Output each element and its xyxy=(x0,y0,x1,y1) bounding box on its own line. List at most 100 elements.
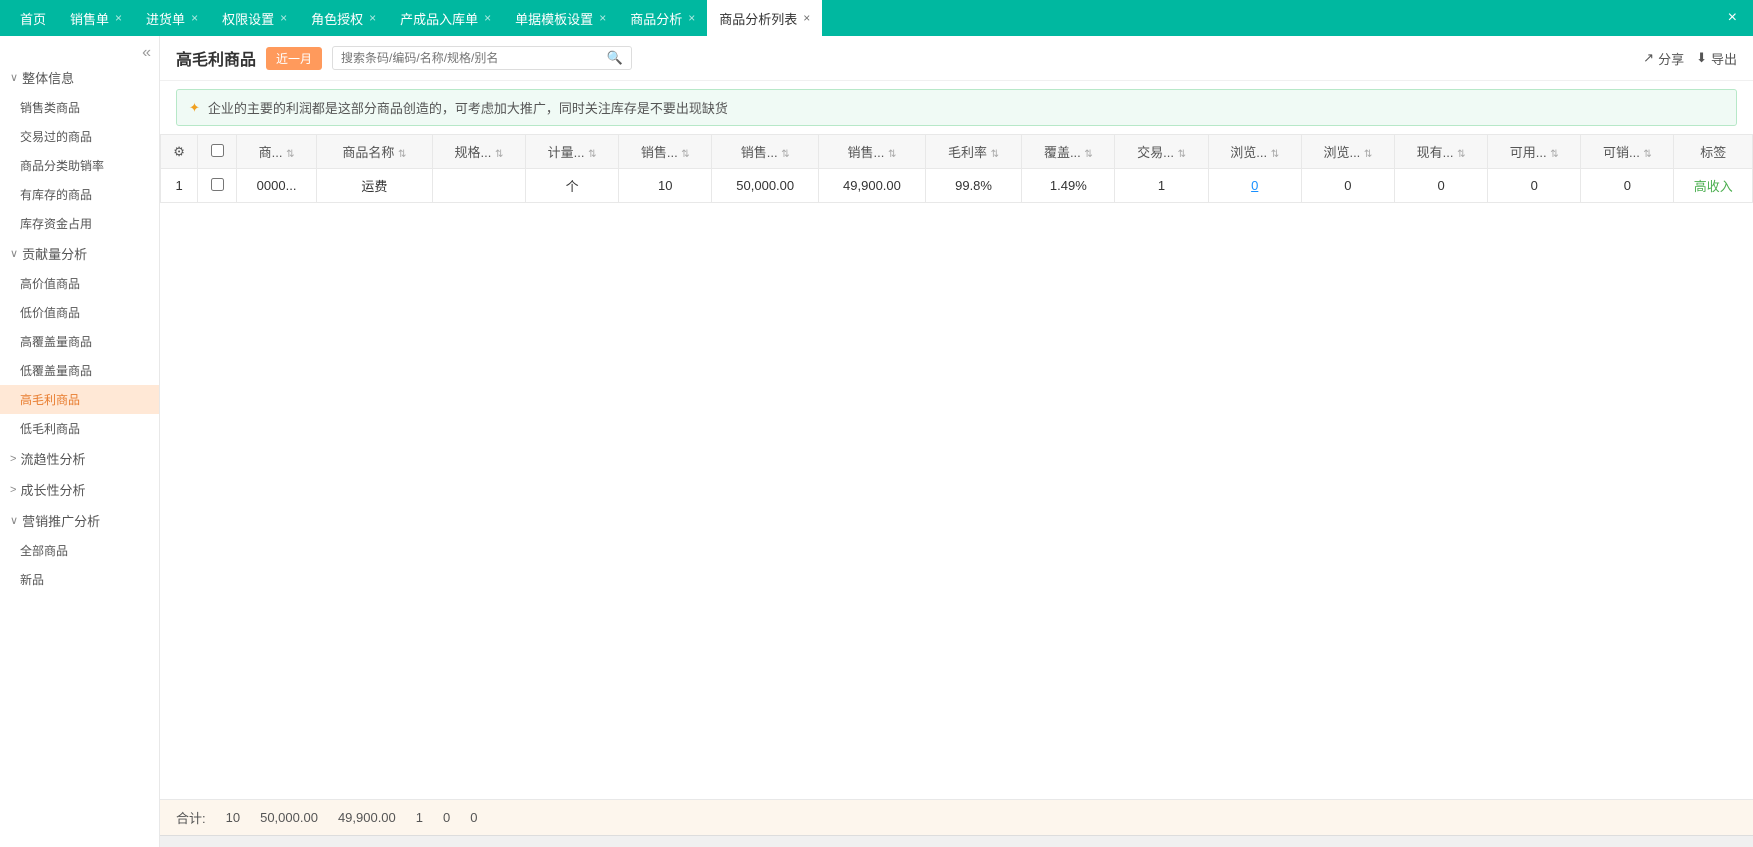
footer-current: 0 xyxy=(443,810,450,825)
top-nav: 首页销售单×进货单×权限设置×角色授权×产成品入库单×单据模板设置×商品分析×商… xyxy=(0,0,1753,36)
col-header-4[interactable]: 规格... ⇅ xyxy=(432,135,525,169)
sidebar-section-label: 成长性分析 xyxy=(20,480,85,499)
sidebar-arrow-icon: > xyxy=(10,484,16,496)
nav-item-首页[interactable]: 首页 xyxy=(8,0,58,36)
col-header-3[interactable]: 商品名称 ⇅ xyxy=(316,135,432,169)
sidebar-section-整体信息[interactable]: ∨整体信息 xyxy=(0,62,159,93)
col-header-6[interactable]: 销售... ⇅ xyxy=(619,135,712,169)
nav-close-icon[interactable]: × xyxy=(484,11,491,25)
star-icon: ✦ xyxy=(189,100,200,116)
nav-close-icon[interactable]: × xyxy=(803,11,810,25)
nav-item-权限设置[interactable]: 权限设置× xyxy=(210,0,299,36)
search-icon[interactable]: 🔍 xyxy=(607,50,623,66)
nav-item-商品分析[interactable]: 商品分析× xyxy=(618,0,707,36)
info-bar: ✦ 企业的主要的利润都是这部分商品创造的，可考虑加大推广，同时关注库存是不要出现… xyxy=(176,89,1737,126)
nav-item-产成品入库单[interactable]: 产成品入库单× xyxy=(388,0,503,36)
sort-icon: ⇅ xyxy=(1550,149,1558,160)
nav-item-角色授权[interactable]: 角色授权× xyxy=(299,0,388,36)
scroll-bar-area[interactable] xyxy=(160,835,1753,847)
nav-item-商品分析列表[interactable]: 商品分析列表× xyxy=(707,0,822,36)
col-header-7[interactable]: 销售... ⇅ xyxy=(712,135,819,169)
data-table: ⚙商... ⇅商品名称 ⇅规格... ⇅计量... ⇅销售... ⇅销售... … xyxy=(160,134,1753,203)
col-header-15[interactable]: 可用... ⇅ xyxy=(1488,135,1581,169)
sort-icon: ⇅ xyxy=(1271,149,1279,160)
sidebar-item-库存资金占用[interactable]: 库存资金占用 xyxy=(0,209,159,238)
share-icon: ↗ xyxy=(1643,50,1654,66)
col-header-11[interactable]: 交易... ⇅ xyxy=(1115,135,1208,169)
col-header-5[interactable]: 计量... ⇅ xyxy=(526,135,619,169)
search-box: 🔍 xyxy=(332,46,632,70)
col-header-17: 标签 xyxy=(1674,135,1753,169)
row-current: 0 xyxy=(1394,169,1487,203)
nav-item-销售单[interactable]: 销售单× xyxy=(58,0,134,36)
sidebar-section-贡献量分析[interactable]: ∨贡献量分析 xyxy=(0,238,159,269)
row-code: 0000... xyxy=(237,169,317,203)
col-header-10[interactable]: 覆盖... ⇅ xyxy=(1022,135,1115,169)
search-input[interactable] xyxy=(341,51,603,65)
tag-label: 高收入 xyxy=(1694,179,1733,194)
content-header: 高毛利商品 近一月 🔍 ↗ 分享 ⬇ 导出 xyxy=(160,36,1753,81)
nav-close-icon[interactable]: × xyxy=(191,11,198,25)
nav-close-icon[interactable]: × xyxy=(115,11,122,25)
col-header-16[interactable]: 可销... ⇅ xyxy=(1581,135,1674,169)
nav-close-icon[interactable]: × xyxy=(369,11,376,25)
row-name: 运费 xyxy=(316,169,432,203)
sidebar-arrow-icon: ∨ xyxy=(10,247,18,260)
sidebar-item-低价值商品[interactable]: 低价值商品 xyxy=(0,298,159,327)
sidebar-item-销售类商品[interactable]: 销售类商品 xyxy=(0,93,159,122)
sidebar-collapse-button[interactable]: « xyxy=(0,44,159,62)
page-title: 高毛利商品 xyxy=(176,46,256,70)
share-button[interactable]: ↗ 分享 xyxy=(1643,49,1684,68)
col-header-12[interactable]: 浏览... ⇅ xyxy=(1208,135,1301,169)
nav-close-icon[interactable]: × xyxy=(599,11,606,25)
col-header-2[interactable]: 商... ⇅ xyxy=(237,135,317,169)
row-coverage: 1.49% xyxy=(1022,169,1115,203)
filter-button[interactable]: 近一月 xyxy=(266,47,322,70)
row-browse2: 0 xyxy=(1301,169,1394,203)
sort-icon: ⇅ xyxy=(991,149,999,160)
row-index: 1 xyxy=(161,169,198,203)
col-header-9[interactable]: 毛利率 ⇅ xyxy=(925,135,1021,169)
nav-item-进货单[interactable]: 进货单× xyxy=(134,0,210,36)
sidebar-item-高覆盖量商品[interactable]: 高覆盖量商品 xyxy=(0,327,159,356)
nav-close-icon[interactable]: × xyxy=(280,11,287,25)
sidebar-section-成长性分析[interactable]: > 成长性分析 xyxy=(0,474,159,505)
sidebar-section-营销推广分析[interactable]: ∨营销推广分析 xyxy=(0,505,159,536)
browse-link[interactable]: 0 xyxy=(1251,178,1258,193)
nav-item-单据模板设置[interactable]: 单据模板设置× xyxy=(503,0,618,36)
sidebar-item-全部商品[interactable]: 全部商品 xyxy=(0,536,159,565)
table-wrapper[interactable]: ⚙商... ⇅商品名称 ⇅规格... ⇅计量... ⇅销售... ⇅销售... … xyxy=(160,134,1753,799)
row-browse1[interactable]: 0 xyxy=(1208,169,1301,203)
sidebar-item-高毛利商品[interactable]: 高毛利商品 xyxy=(0,385,159,414)
row-checkbox[interactable] xyxy=(198,169,237,203)
sort-icon: ⇅ xyxy=(888,149,896,160)
sidebar-item-高价值商品[interactable]: 高价值商品 xyxy=(0,269,159,298)
row-tag: 高收入 xyxy=(1674,169,1753,203)
footer-available: 0 xyxy=(470,810,477,825)
row-sales2: 50,000.00 xyxy=(712,169,819,203)
sidebar-item-低覆盖量商品[interactable]: 低覆盖量商品 xyxy=(0,356,159,385)
select-all-checkbox[interactable] xyxy=(211,144,224,157)
sidebar-item-低毛利商品[interactable]: 低毛利商品 xyxy=(0,414,159,443)
sidebar-item-新品[interactable]: 新品 xyxy=(0,565,159,594)
export-button[interactable]: ⬇ 导出 xyxy=(1696,49,1737,68)
sort-icon: ⇅ xyxy=(781,149,789,160)
sort-icon: ⇅ xyxy=(1178,149,1186,160)
col-header-8[interactable]: 销售... ⇅ xyxy=(819,135,926,169)
sidebar-section-label: 流趋性分析 xyxy=(20,449,85,468)
col-header-13[interactable]: 浏览... ⇅ xyxy=(1301,135,1394,169)
sidebar-item-有库存的商品[interactable]: 有库存的商品 xyxy=(0,180,159,209)
sort-icon: ⇅ xyxy=(1643,149,1651,160)
sidebar: « ∨整体信息销售类商品交易过的商品商品分类助销率有库存的商品库存资金占用∨贡献… xyxy=(0,36,160,847)
window-close-button[interactable]: × xyxy=(1720,9,1745,27)
sidebar-arrow-icon: > xyxy=(10,453,16,465)
table-footer: 合计: 10 50,000.00 49,900.00 1 0 0 xyxy=(160,799,1753,835)
sidebar-section-label: 营销推广分析 xyxy=(22,511,100,530)
col-header-14[interactable]: 现有... ⇅ xyxy=(1394,135,1487,169)
sidebar-section-label: 整体信息 xyxy=(22,68,74,87)
nav-close-icon[interactable]: × xyxy=(688,11,695,25)
sidebar-section-流趋性分析[interactable]: > 流趋性分析 xyxy=(0,443,159,474)
row-select-checkbox[interactable] xyxy=(211,178,224,191)
sidebar-item-交易过的商品[interactable]: 交易过的商品 xyxy=(0,122,159,151)
sidebar-item-商品分类助销率[interactable]: 商品分类助销率 xyxy=(0,151,159,180)
